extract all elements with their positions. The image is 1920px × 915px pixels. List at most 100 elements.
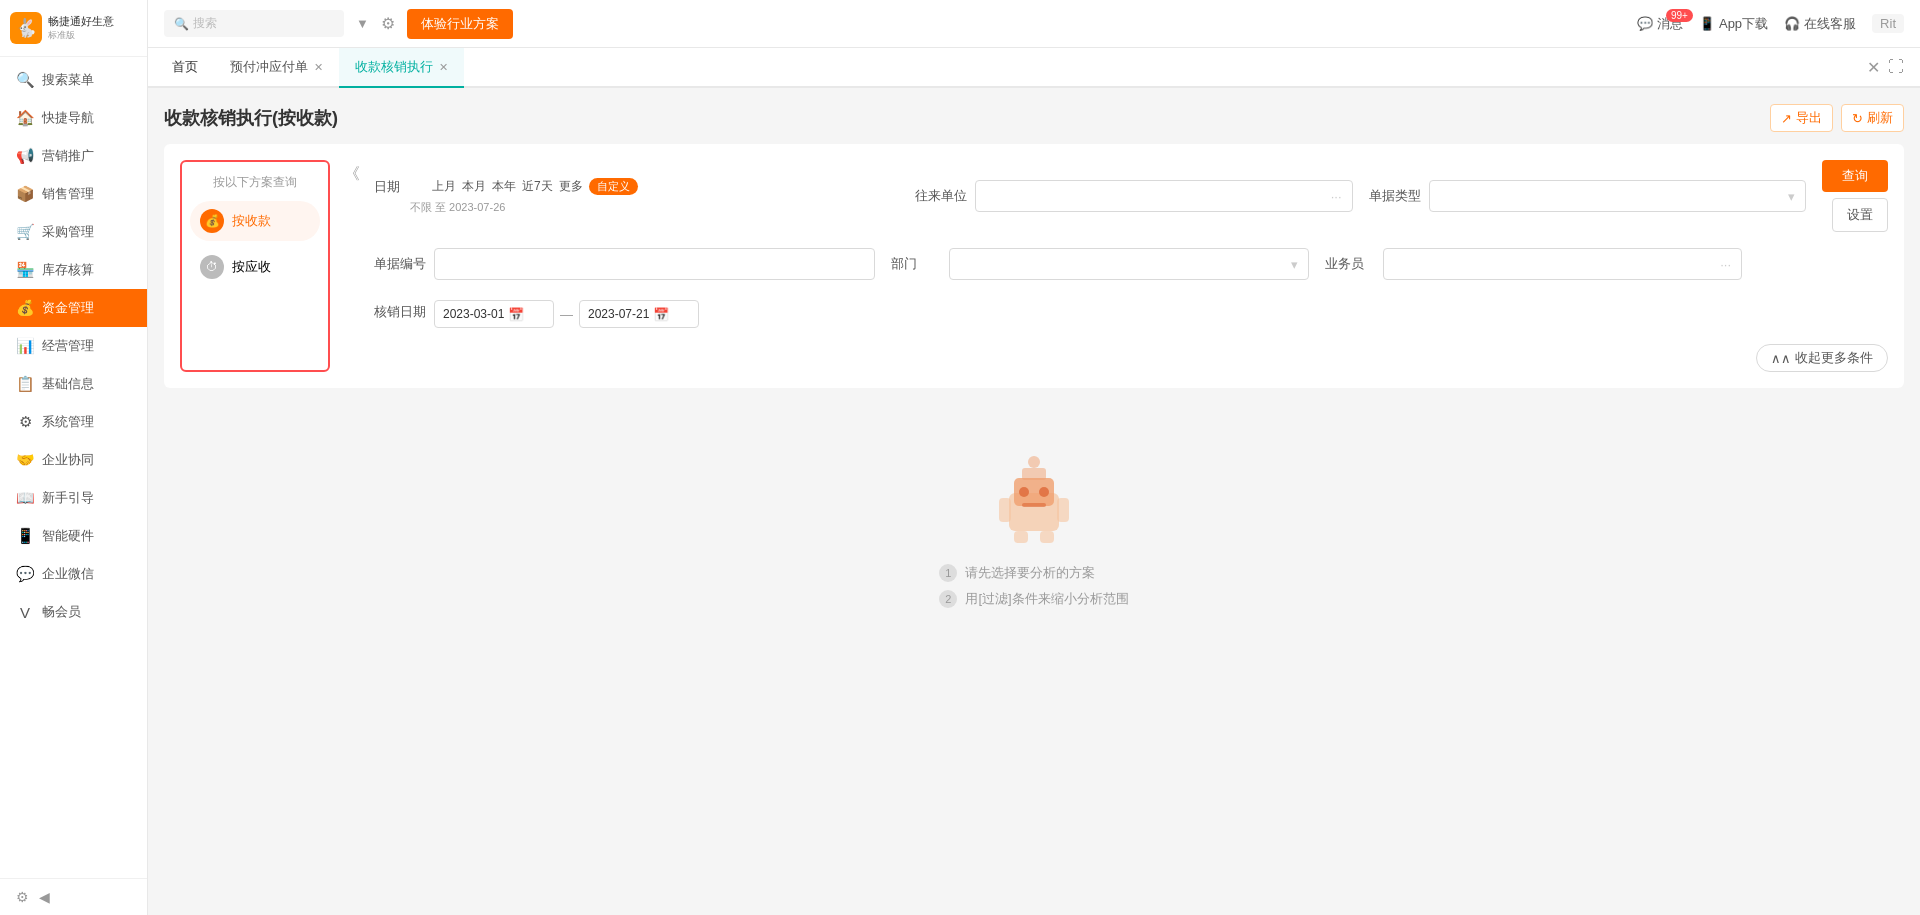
verify-date-end-value: 2023-07-21: [588, 307, 649, 321]
wechat-icon: 💬: [16, 565, 34, 583]
sidebar-label-purchase: 采购管理: [42, 223, 94, 241]
sidebar-item-purchase[interactable]: 🛒 采购管理: [0, 213, 147, 251]
tab-prepay-label: 预付冲应付单: [230, 58, 308, 76]
dept-label: 部门: [891, 255, 941, 273]
voucher-no-input[interactable]: [434, 248, 875, 280]
tab-close-all-icon[interactable]: ✕: [1867, 58, 1880, 77]
tab-prepay[interactable]: 预付冲应付单 ✕: [214, 48, 339, 88]
sidebar-item-operations[interactable]: 📊 经营管理: [0, 327, 147, 365]
sidebar-item-hardware[interactable]: 📱 智能硬件: [0, 517, 147, 555]
salesperson-select[interactable]: ···: [1383, 248, 1743, 280]
page-actions: ↗ 导出 ↻ 刷新: [1770, 104, 1904, 132]
refresh-button[interactable]: ↻ 刷新: [1841, 104, 1904, 132]
query-button[interactable]: 查询: [1822, 160, 1888, 192]
user-avatar[interactable]: Rit: [1872, 14, 1904, 33]
dept-select[interactable]: ▾: [949, 248, 1309, 280]
date-shortcuts: 上月 本月 本年 近7天 更多 自定义: [432, 178, 638, 195]
refresh-icon: ↻: [1852, 111, 1863, 126]
date-link-last-month[interactable]: 上月: [432, 178, 456, 195]
verify-date-range: 2023-03-01 📅 — 2023-07-21 📅: [434, 300, 699, 328]
settings-footer-icon[interactable]: ⚙: [16, 889, 29, 905]
online-service-link[interactable]: 🎧 在线客服: [1784, 15, 1856, 33]
calendar-end-icon[interactable]: 📅: [653, 307, 669, 322]
export-button[interactable]: ↗ 导出: [1770, 104, 1833, 132]
empty-hint-2: 2 用[过滤]条件来缩小分析范围: [939, 590, 1128, 608]
calendar-start-icon[interactable]: 📅: [508, 307, 524, 322]
tab-receipt-verify-label: 收款核销执行: [355, 58, 433, 76]
search-placeholder-text: 搜索: [193, 15, 217, 32]
date-link-this-month[interactable]: 本月: [462, 178, 486, 195]
tab-receipt-verify-close[interactable]: ✕: [439, 61, 448, 74]
sidebar-item-search-menu[interactable]: 🔍 搜索菜单: [0, 61, 147, 99]
operations-icon: 📊: [16, 337, 34, 355]
app-edition: 标准版: [48, 29, 114, 42]
sidebar-item-marketing[interactable]: 📢 营销推广: [0, 137, 147, 175]
empty-state: 1 请先选择要分析的方案 2 用[过滤]条件来缩小分析范围: [164, 388, 1904, 668]
tab-receipt-verify[interactable]: 收款核销执行 ✕: [339, 48, 464, 88]
filter-row-2: 单据编号 部门 ▾ 业务员 ···: [374, 248, 1888, 280]
voucher-no-label: 单据编号: [374, 255, 426, 273]
scheme-option-by-receivable[interactable]: ⏱ 按应收: [190, 247, 320, 287]
tab-home[interactable]: 首页: [156, 48, 214, 88]
app-download-link[interactable]: 📱 App下载: [1699, 15, 1768, 33]
tab-expand-icon[interactable]: ⛶: [1888, 58, 1904, 76]
sidebar-item-member[interactable]: V 畅会员: [0, 593, 147, 631]
voucher-type-select[interactable]: ▾: [1429, 180, 1807, 212]
sidebar-item-basic-info[interactable]: 📋 基础信息: [0, 365, 147, 403]
collapse-more-icon: ∧∧: [1771, 351, 1791, 366]
purchase-icon: 🛒: [16, 223, 34, 241]
collapse-panel-btn[interactable]: 《: [342, 160, 362, 185]
svg-rect-9: [1022, 468, 1046, 480]
sidebar-item-quick-nav[interactable]: 🏠 快捷导航: [0, 99, 147, 137]
tab-home-label: 首页: [172, 58, 198, 76]
message-count: 99+: [1666, 9, 1693, 22]
sidebar-label-marketing: 营销推广: [42, 147, 94, 165]
settings-gear-icon[interactable]: ⚙: [381, 14, 395, 33]
search-menu-icon: 🔍: [16, 71, 34, 89]
salesperson-field: 业务员 ···: [1325, 248, 1743, 280]
service-icon: 🎧: [1784, 16, 1800, 31]
export-label: 导出: [1796, 109, 1822, 127]
verify-date-end-input[interactable]: 2023-07-21 📅: [579, 300, 699, 328]
sidebar-item-inventory[interactable]: 🏪 库存核算: [0, 251, 147, 289]
empty-hint-1: 1 请先选择要分析的方案: [939, 564, 1128, 582]
voucher-type-label: 单据类型: [1369, 187, 1421, 205]
collapse-more-label: 收起更多条件: [1795, 349, 1873, 367]
search-dropdown-icon[interactable]: ▼: [356, 16, 369, 31]
inventory-icon: 🏪: [16, 261, 34, 279]
sidebar-label-operations: 经营管理: [42, 337, 94, 355]
verify-date-start-input[interactable]: 2023-03-01 📅: [434, 300, 554, 328]
sidebar-label-search-menu: 搜索菜单: [42, 71, 94, 89]
message-badge[interactable]: 💬 消息 99+: [1637, 15, 1683, 33]
verify-date-label: 核销日期: [374, 303, 426, 321]
svg-rect-6: [1057, 498, 1069, 522]
sidebar-label-sales: 销售管理: [42, 185, 94, 203]
scheme-option-by-receipt[interactable]: 💰 按收款: [190, 201, 320, 241]
date-link-7days[interactable]: 近7天: [522, 178, 553, 195]
svg-rect-8: [1040, 531, 1054, 543]
sidebar-item-finance[interactable]: 💰 资金管理: [0, 289, 147, 327]
date-link-this-year[interactable]: 本年: [492, 178, 516, 195]
sidebar-item-guide[interactable]: 📖 新手引导: [0, 479, 147, 517]
tab-prepay-close[interactable]: ✕: [314, 61, 323, 74]
solution-button[interactable]: 体验行业方案: [407, 9, 513, 39]
sidebar-item-enterprise[interactable]: 🤝 企业协同: [0, 441, 147, 479]
sidebar-item-system[interactable]: ⚙ 系统管理: [0, 403, 147, 441]
date-no-limit: 不限 至 2023-07-26: [410, 200, 505, 215]
date-label: 日期: [374, 178, 424, 196]
by-receipt-icon: 💰: [200, 209, 224, 233]
global-search[interactable]: 🔍 搜索: [164, 10, 344, 37]
collapse-sidebar-icon[interactable]: ◀: [39, 889, 50, 905]
sidebar-item-sales[interactable]: 📦 销售管理: [0, 175, 147, 213]
setting-button[interactable]: 设置: [1832, 198, 1888, 232]
sales-icon: 📦: [16, 185, 34, 203]
basic-info-icon: 📋: [16, 375, 34, 393]
date-custom-badge[interactable]: 自定义: [589, 178, 638, 195]
sidebar-item-wechat[interactable]: 💬 企业微信: [0, 555, 147, 593]
date-link-more[interactable]: 更多: [559, 178, 583, 195]
topbar: 🔍 搜索 ▼ ⚙ 体验行业方案 💬 消息 99+ 📱 App下载 🎧 在线客服 …: [148, 0, 1920, 48]
collapse-more-button[interactable]: ∧∧ 收起更多条件: [1756, 344, 1888, 372]
counterparty-select[interactable]: ···: [975, 180, 1353, 212]
sidebar-label-finance: 资金管理: [42, 299, 94, 317]
enterprise-icon: 🤝: [16, 451, 34, 469]
